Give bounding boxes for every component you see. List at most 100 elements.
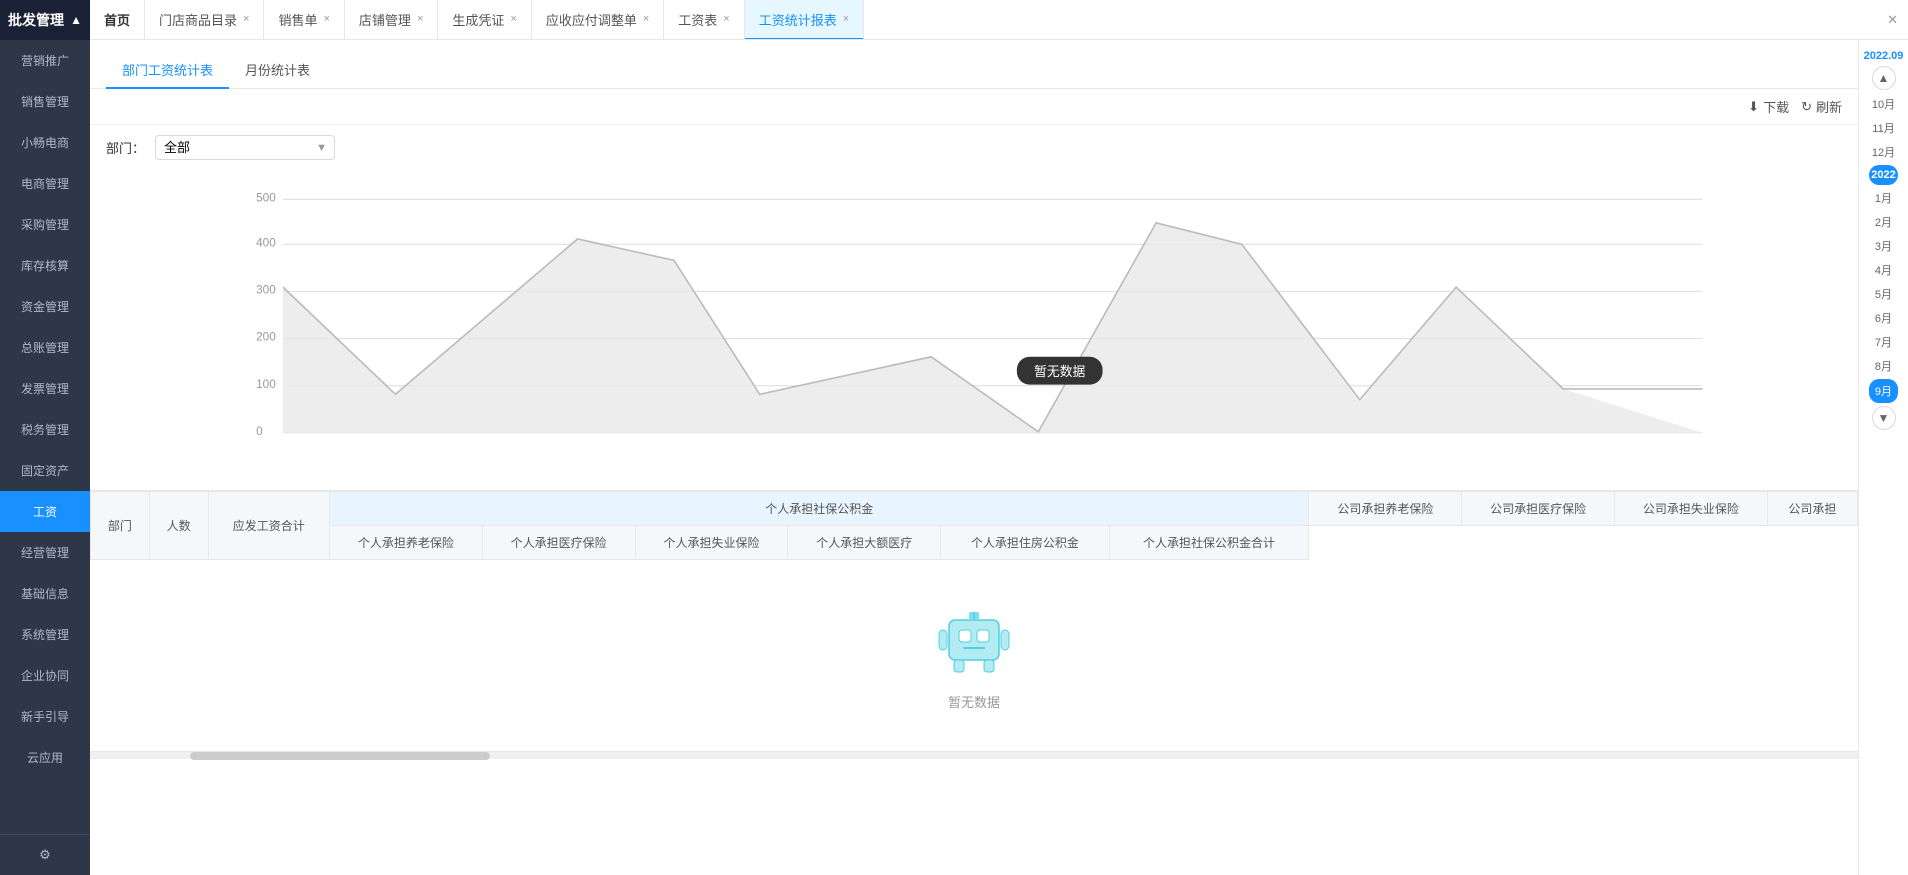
sidebar-item-采购管理[interactable]: 采购管理 — [0, 204, 90, 245]
tab-close-icon[interactable]: × — [843, 13, 849, 25]
sidebar-item-系统管理[interactable]: 系统管理 — [0, 614, 90, 655]
sidebar-item-库存核算[interactable]: 库存核算 — [0, 245, 90, 286]
col-company-other: 公司承担 — [1767, 492, 1857, 526]
sidebar-item-销售管理[interactable]: 销售管理 — [0, 81, 90, 122]
timeline-down-btn[interactable]: ▼ — [1872, 406, 1896, 430]
col-company-unemployment: 公司承担失业保险 — [1615, 492, 1768, 526]
y-label-300: 300 — [256, 284, 276, 297]
sidebar-item-资金管理[interactable]: 资金管理 — [0, 286, 90, 327]
sidebar-toggle-icon[interactable]: ▲ — [70, 13, 82, 27]
y-label-0: 0 — [256, 425, 263, 438]
tab-monthly-stats[interactable]: 月份统计表 — [229, 52, 326, 89]
settings-icon: ⚙ — [39, 847, 51, 862]
refresh-button[interactable]: ↻ 刷新 — [1801, 97, 1842, 116]
timeline-item-3月[interactable]: 3月 — [1865, 234, 1901, 258]
col-company-medical: 公司承担医疗保险 — [1462, 492, 1615, 526]
col-personal-medical: 个人承担医疗保险 — [482, 526, 635, 560]
tab-close-icon[interactable]: × — [643, 13, 649, 25]
tab-应收应付调整单[interactable]: 应收应付调整单 × — [532, 0, 664, 39]
sidebar: 批发管理 ▲ 营销推广销售管理小畅电商电商管理采购管理库存核算资金管理总账管理发… — [0, 0, 90, 875]
timeline-item-6月[interactable]: 6月 — [1865, 306, 1901, 330]
no-data-text: 暂无数据 — [948, 692, 1000, 711]
timeline-item-9月[interactable]: 9月 — [1869, 379, 1897, 403]
no-data-area: 暂无数据 — [90, 560, 1858, 751]
tab-label: 生成凭证 — [452, 10, 504, 29]
scroll-thumb[interactable] — [190, 752, 490, 760]
sidebar-item-总账管理[interactable]: 总账管理 — [0, 327, 90, 368]
col-personal-major-medical: 个人承担大额医疗 — [788, 526, 941, 560]
tab-label: 工资统计报表 — [759, 10, 837, 29]
col-total-salary: 应发工资合计 — [208, 492, 329, 560]
refresh-label: 刷新 — [1816, 97, 1842, 116]
tab-label: 首页 — [104, 10, 130, 29]
sidebar-item-营销推广[interactable]: 营销推广 — [0, 40, 90, 81]
timeline-item-1月[interactable]: 1月 — [1865, 186, 1901, 210]
sidebar-item-工资[interactable]: 工资 — [0, 491, 90, 532]
tab-店铺管理[interactable]: 店铺管理× — [345, 0, 438, 39]
tab-首页[interactable]: 首页 — [90, 0, 145, 39]
main-area: 首页门店商品目录×销售单×店铺管理×生成凭证×应收应付调整单×工资表×工资统计报… — [90, 0, 1908, 875]
col-company-pension: 公司承担养老保险 — [1309, 492, 1462, 526]
tab-close-icon[interactable]: × — [323, 13, 329, 25]
col-headcount: 人数 — [149, 492, 208, 560]
tab-label: 门店商品目录 — [159, 10, 237, 29]
sidebar-item-小畅电商[interactable]: 小畅电商 — [0, 122, 90, 163]
tab-close-icon[interactable]: × — [510, 13, 516, 25]
tab-close-icon[interactable]: × — [417, 13, 423, 25]
content-area: 部门工资统计表 月份统计表 ⬇ 下载 ↻ 刷新 部门： 全部 — [90, 40, 1908, 875]
timeline-item-7月[interactable]: 7月 — [1865, 330, 1901, 354]
tab-工资统计报表[interactable]: 工资统计报表 × — [745, 0, 864, 40]
timeline-panel: 2022.09 ▲ 10月11月12月20221月2月3月4月5月6月7月8月9… — [1858, 40, 1908, 875]
timeline-item-10月[interactable]: 10月 — [1865, 92, 1901, 116]
sidebar-item-固定资产[interactable]: 固定资产 — [0, 450, 90, 491]
timeline-item-8月[interactable]: 8月 — [1865, 354, 1901, 378]
y-label-200: 200 — [256, 331, 276, 344]
download-button[interactable]: ⬇ 下载 — [1748, 97, 1789, 116]
close-window-icon[interactable]: ✕ — [1887, 12, 1898, 28]
timeline-item-2月[interactable]: 2月 — [1865, 210, 1901, 234]
tab-close-icon[interactable]: × — [243, 13, 249, 25]
refresh-icon: ↻ — [1801, 99, 1812, 115]
tab-工资表[interactable]: 工资表 × — [664, 0, 744, 39]
tab-bar: 首页门店商品目录×销售单×店铺管理×生成凭证×应收应付调整单×工资表×工资统计报… — [90, 0, 1908, 40]
timeline-year-display[interactable]: 2022.09 — [1862, 48, 1906, 64]
sidebar-item-基础信息[interactable]: 基础信息 — [0, 573, 90, 614]
sidebar-item-新手引导[interactable]: 新手引导 — [0, 696, 90, 737]
department-select[interactable]: 全部 — [155, 135, 335, 160]
timeline-item-5月[interactable]: 5月 — [1865, 282, 1901, 306]
sidebar-item-发票管理[interactable]: 发票管理 — [0, 368, 90, 409]
sidebar-item-云应用[interactable]: 云应用 — [0, 737, 90, 778]
tab-items-container: 首页门店商品目录×销售单×店铺管理×生成凭证×应收应付调整单×工资表×工资统计报… — [90, 0, 864, 40]
department-filter-label: 部门： — [106, 138, 145, 157]
sidebar-item-电商管理[interactable]: 电商管理 — [0, 163, 90, 204]
sidebar-item-企业协同[interactable]: 企业协同 — [0, 655, 90, 696]
y-label-500: 500 — [256, 191, 276, 204]
col-personal-total: 个人承担社保公积金合计 — [1109, 526, 1309, 560]
toolbar: ⬇ 下载 ↻ 刷新 — [90, 89, 1858, 125]
tab-生成凭证[interactable]: 生成凭证 × — [438, 0, 531, 39]
sidebar-header[interactable]: 批发管理 ▲ — [0, 0, 90, 40]
tab-label: 工资表 — [678, 10, 717, 29]
col-personal-housing: 个人承担住房公积金 — [941, 526, 1109, 560]
sidebar-item-经营管理[interactable]: 经营管理 — [0, 532, 90, 573]
tab-销售单[interactable]: 销售单 × — [264, 0, 344, 39]
sidebar-footer[interactable]: ⚙ — [0, 834, 90, 875]
timeline-item-2022[interactable]: 2022 — [1869, 165, 1897, 185]
tabbar-end: ✕ — [1877, 12, 1908, 28]
col-personal-pension: 个人承担养老保险 — [329, 526, 482, 560]
tab-department-salary[interactable]: 部门工资统计表 — [106, 52, 229, 89]
tab-label: 销售单 — [278, 10, 317, 29]
subtab-bar: 部门工资统计表 月份统计表 — [90, 40, 1858, 89]
tab-label: 应收应付调整单 — [546, 10, 637, 29]
timeline-up-btn[interactable]: ▲ — [1872, 66, 1896, 90]
tab-门店商品目录[interactable]: 门店商品目录 × — [145, 0, 264, 39]
timeline-item-12月[interactable]: 12月 — [1865, 140, 1901, 164]
col-department: 部门 — [91, 492, 150, 560]
horizontal-scrollbar[interactable] — [90, 751, 1858, 759]
tab-close-icon[interactable]: × — [723, 13, 729, 25]
sidebar-item-税务管理[interactable]: 税务管理 — [0, 409, 90, 450]
timeline-item-11月[interactable]: 11月 — [1865, 116, 1901, 140]
page-body: 部门工资统计表 月份统计表 ⬇ 下载 ↻ 刷新 部门： 全部 — [90, 40, 1858, 875]
col-group-personal: 个人承担社保公积金 — [329, 492, 1308, 526]
timeline-item-4月[interactable]: 4月 — [1865, 258, 1901, 282]
